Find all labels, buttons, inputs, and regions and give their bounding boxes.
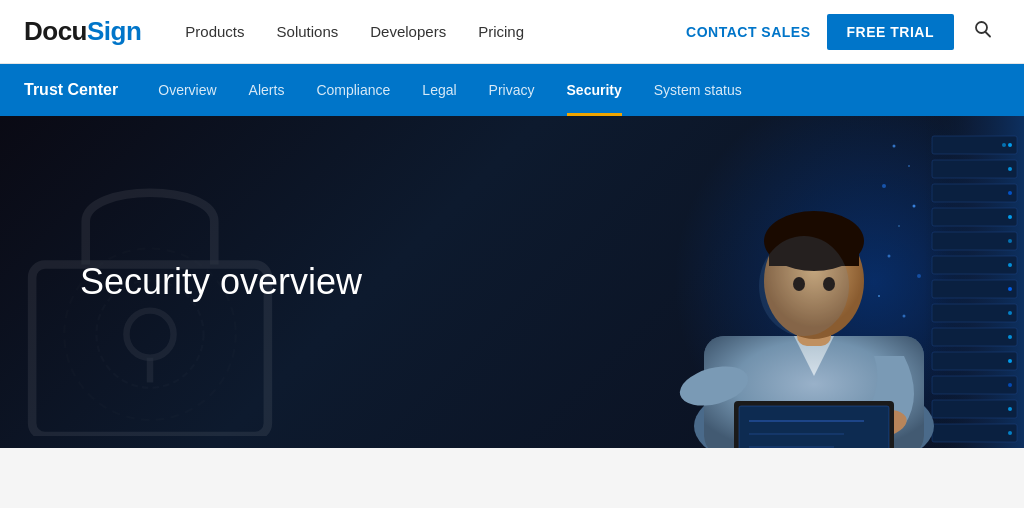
logo-sign: Sign (87, 16, 141, 46)
nav-solutions[interactable]: Solutions (265, 15, 351, 48)
svg-rect-12 (932, 208, 1017, 226)
svg-rect-17 (932, 328, 1017, 346)
hero-person-visual (524, 116, 1024, 448)
svg-point-3 (126, 311, 173, 358)
svg-rect-18 (932, 352, 1017, 370)
svg-rect-14 (932, 256, 1017, 274)
svg-line-1 (986, 32, 991, 37)
svg-point-43 (878, 295, 880, 297)
trust-nav-privacy[interactable]: Privacy (473, 64, 551, 116)
svg-rect-10 (932, 160, 1017, 178)
contact-sales-button[interactable]: CONTACT SALES (682, 16, 814, 48)
svg-point-40 (898, 225, 900, 227)
trust-center-label: Trust Center (24, 81, 118, 99)
nav-developers[interactable]: Developers (358, 15, 458, 48)
svg-point-30 (1008, 311, 1012, 315)
svg-point-39 (913, 205, 916, 208)
svg-point-31 (1008, 335, 1012, 339)
trust-nav-alerts[interactable]: Alerts (233, 64, 301, 116)
trust-nav-overview[interactable]: Overview (142, 64, 232, 116)
trust-nav-compliance[interactable]: Compliance (300, 64, 406, 116)
svg-point-44 (903, 315, 906, 318)
nav-products[interactable]: Products (173, 15, 256, 48)
svg-rect-62 (739, 406, 889, 448)
svg-rect-13 (932, 232, 1017, 250)
trust-center-navigation: Trust Center Overview Alerts Compliance … (0, 64, 1024, 116)
bottom-content-area (0, 448, 1024, 508)
trust-nav-system-status[interactable]: System status (638, 64, 758, 116)
svg-point-25 (1008, 191, 1012, 195)
hero-title: Security overview (80, 260, 362, 303)
trust-nav-security[interactable]: Security (551, 64, 638, 116)
svg-point-27 (1008, 239, 1012, 243)
svg-point-26 (1008, 215, 1012, 219)
svg-point-41 (888, 255, 891, 258)
svg-point-28 (1008, 263, 1012, 267)
svg-rect-11 (932, 184, 1017, 202)
logo-text: DocuSign (24, 16, 141, 47)
svg-point-29 (1008, 287, 1012, 291)
svg-rect-20 (932, 400, 1017, 418)
svg-rect-19 (932, 376, 1017, 394)
svg-point-37 (908, 165, 910, 167)
trust-nav-legal[interactable]: Legal (406, 64, 472, 116)
free-trial-button[interactable]: FREE TRIAL (827, 14, 954, 50)
hero-section: Security overview (0, 116, 1024, 448)
svg-point-60 (759, 236, 849, 336)
hero-text-container: Security overview (80, 260, 362, 303)
svg-point-36 (893, 145, 896, 148)
logo[interactable]: DocuSign (24, 16, 141, 47)
search-icon (974, 20, 992, 38)
svg-point-32 (1008, 359, 1012, 363)
svg-point-24 (1008, 167, 1012, 171)
top-navigation: DocuSign Products Solutions Developers P… (0, 0, 1024, 64)
svg-point-23 (1002, 143, 1006, 147)
search-button[interactable] (966, 12, 1000, 51)
nav-pricing[interactable]: Pricing (466, 15, 536, 48)
trust-nav-links: Overview Alerts Compliance Legal Privacy… (142, 64, 757, 116)
svg-point-22 (1008, 143, 1012, 147)
svg-point-38 (882, 184, 886, 188)
svg-point-33 (1008, 383, 1012, 387)
svg-rect-21 (932, 424, 1017, 442)
main-nav-links: Products Solutions Developers Pricing (173, 15, 682, 48)
svg-point-35 (1008, 431, 1012, 435)
logo-docu: Docu (24, 16, 87, 46)
nav-right-actions: CONTACT SALES FREE TRIAL (682, 12, 1000, 51)
svg-rect-15 (932, 280, 1017, 298)
svg-rect-16 (932, 304, 1017, 322)
svg-point-34 (1008, 407, 1012, 411)
svg-point-42 (917, 274, 921, 278)
